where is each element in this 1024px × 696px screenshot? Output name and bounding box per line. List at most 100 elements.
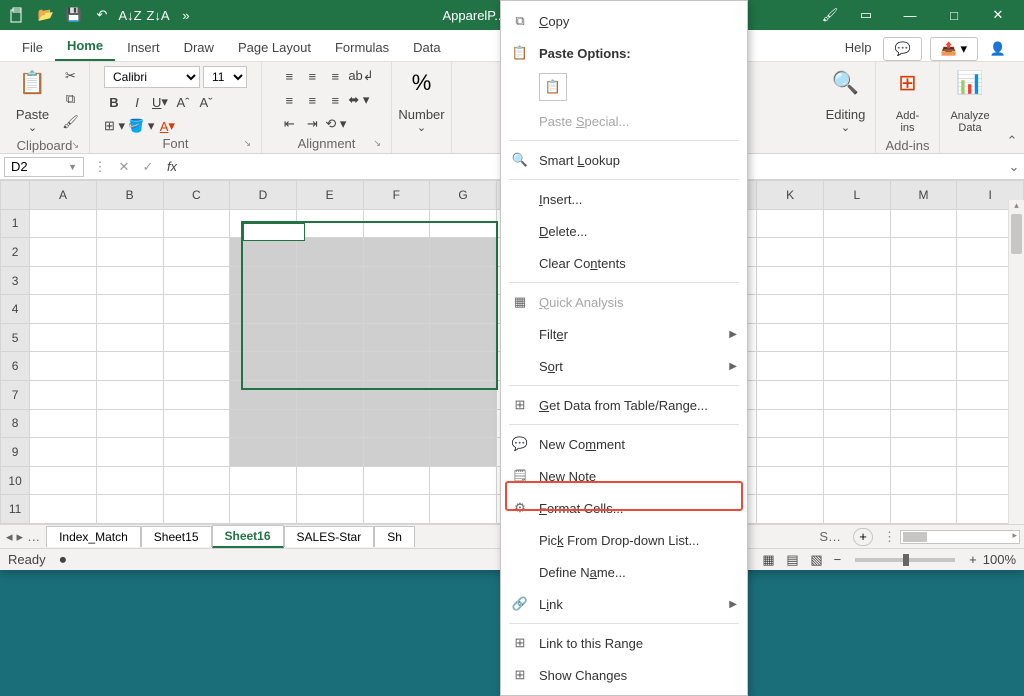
row-header[interactable]: 5 bbox=[1, 323, 30, 352]
clipboard-launcher-icon[interactable]: ↘ bbox=[71, 140, 79, 151]
cut-icon[interactable]: ✂ bbox=[61, 66, 81, 86]
clear-format-icon[interactable]: 🖌 bbox=[820, 5, 840, 25]
tab-home[interactable]: Home bbox=[55, 32, 115, 61]
vscroll-thumb[interactable] bbox=[1011, 214, 1022, 254]
save-icon[interactable]: 💾 bbox=[64, 5, 84, 25]
expand-formula-bar-icon[interactable]: ⌄ bbox=[1004, 159, 1024, 175]
cm-link-range[interactable]: ⊞ Link to this Range bbox=[501, 627, 747, 659]
row-header[interactable]: 4 bbox=[1, 295, 30, 324]
decrease-indent-icon[interactable]: ⇤ bbox=[279, 114, 299, 134]
page-break-view-icon[interactable]: ▧ bbox=[806, 551, 828, 569]
orientation-icon[interactable]: ⟲ ▾ bbox=[325, 114, 346, 134]
undo-icon[interactable]: ↶ bbox=[92, 5, 112, 25]
cm-pick-list[interactable]: Pick From Drop-down List... bbox=[501, 524, 747, 556]
cm-link[interactable]: 🔗 Link ▶ bbox=[501, 588, 747, 620]
sheet-nav-more-icon[interactable]: … bbox=[27, 529, 40, 545]
col-header[interactable]: K bbox=[757, 181, 824, 210]
row-header[interactable]: 3 bbox=[1, 266, 30, 295]
paste-default-button[interactable]: 📋 bbox=[539, 73, 567, 101]
zoom-in-icon[interactable]: + bbox=[969, 552, 977, 567]
addins-button[interactable]: ⊞ Add-ins bbox=[884, 66, 932, 138]
align-top-icon[interactable]: ≡ bbox=[279, 66, 299, 86]
new-sheet-button[interactable]: + bbox=[853, 528, 873, 546]
page-layout-view-icon[interactable]: ▤ bbox=[782, 551, 804, 569]
col-header[interactable]: G bbox=[430, 181, 497, 210]
sort-asc-icon[interactable]: A↓Z bbox=[120, 5, 140, 25]
increase-indent-icon[interactable]: ⇥ bbox=[302, 114, 322, 134]
fx-icon[interactable]: fx bbox=[160, 157, 184, 177]
collapse-ribbon-icon[interactable]: ⌃ bbox=[1000, 62, 1024, 153]
cm-filter[interactable]: Filter ▶ bbox=[501, 318, 747, 350]
sort-desc-icon[interactable]: Z↓A bbox=[148, 5, 168, 25]
align-center-icon[interactable]: ≡ bbox=[302, 90, 322, 110]
merge-center-icon[interactable]: ⬌ ▾ bbox=[348, 90, 369, 110]
tab-page-layout[interactable]: Page Layout bbox=[226, 34, 323, 61]
name-box[interactable]: D2▼ bbox=[4, 157, 84, 177]
sheet-tab-active[interactable]: Sheet16 bbox=[212, 525, 284, 548]
cm-new-comment[interactable]: 💬 New Comment bbox=[501, 428, 747, 460]
col-header[interactable]: E bbox=[296, 181, 363, 210]
tab-formulas[interactable]: Formulas bbox=[323, 34, 401, 61]
cm-show-changes[interactable]: ⊞ Show Changes bbox=[501, 659, 747, 691]
align-left-icon[interactable]: ≡ bbox=[279, 90, 299, 110]
font-launcher-icon[interactable]: ↘ bbox=[243, 138, 251, 149]
align-bottom-icon[interactable]: ≡ bbox=[325, 66, 345, 86]
cancel-formula-icon[interactable]: ✕ bbox=[112, 157, 136, 177]
align-right-icon[interactable]: ≡ bbox=[325, 90, 345, 110]
account-icon[interactable]: 👤 bbox=[986, 41, 1010, 57]
cm-clear-contents[interactable]: Clear Contents bbox=[501, 247, 747, 279]
col-header[interactable]: M bbox=[890, 181, 957, 210]
open-icon[interactable]: 📂 bbox=[36, 5, 56, 25]
copy-icon[interactable]: ⧉ bbox=[61, 89, 81, 109]
col-header[interactable]: L bbox=[823, 181, 890, 210]
alignment-launcher-icon[interactable]: ↘ bbox=[373, 138, 381, 149]
underline-icon[interactable]: U ▾ bbox=[150, 92, 170, 112]
ribbon-display-icon[interactable]: ▭ bbox=[848, 3, 884, 27]
font-color-icon[interactable]: A ▾ bbox=[157, 116, 177, 136]
row-header[interactable]: 6 bbox=[1, 352, 30, 381]
select-all-corner[interactable] bbox=[1, 181, 30, 210]
row-header[interactable]: 11 bbox=[1, 495, 30, 524]
maximize-button[interactable]: □ bbox=[936, 3, 972, 27]
close-button[interactable]: ✕ bbox=[980, 3, 1016, 27]
font-size-select[interactable]: 11 bbox=[203, 66, 247, 88]
tab-insert[interactable]: Insert bbox=[115, 34, 172, 61]
align-middle-icon[interactable]: ≡ bbox=[302, 66, 322, 86]
editing-button[interactable]: 🔍 Editing⌄ bbox=[820, 66, 872, 138]
cm-sort[interactable]: Sort ▶ bbox=[501, 350, 747, 382]
tab-help[interactable]: Help bbox=[833, 34, 884, 61]
cm-smart-lookup[interactable]: 🔍 Smart Lookup bbox=[501, 144, 747, 176]
fill-color-icon[interactable]: 🪣 ▾ bbox=[128, 116, 154, 136]
wrap-text-icon[interactable]: ab↲ bbox=[348, 66, 373, 86]
bold-icon[interactable]: B bbox=[104, 92, 124, 112]
share-button[interactable]: 📤 ▾ bbox=[930, 37, 978, 61]
col-header[interactable]: D bbox=[230, 181, 297, 210]
number-format-button[interactable]: % Number⌄ bbox=[392, 66, 450, 138]
sheet-tab[interactable]: Sheet15 bbox=[141, 526, 212, 547]
comments-button[interactable]: 💬 bbox=[883, 37, 921, 61]
col-header[interactable]: C bbox=[163, 181, 230, 210]
font-name-select[interactable]: Calibri bbox=[104, 66, 200, 88]
analyze-data-button[interactable]: 📊 Analyze Data bbox=[944, 66, 995, 138]
cm-insert[interactable]: Insert... bbox=[501, 183, 747, 215]
increase-font-icon[interactable]: Aˆ bbox=[173, 92, 193, 112]
sheet-nav-next-icon[interactable]: ▸ bbox=[17, 529, 24, 545]
borders-icon[interactable]: ⊞ ▾ bbox=[104, 116, 125, 136]
cm-new-note[interactable]: 🗒 New Note bbox=[501, 460, 747, 492]
row-header[interactable]: 2 bbox=[1, 238, 30, 267]
enter-formula-icon[interactable]: ✓ bbox=[136, 157, 160, 177]
row-header[interactable]: 7 bbox=[1, 381, 30, 410]
horizontal-scrollbar[interactable]: ◂▸ bbox=[900, 530, 1020, 544]
qat-overflow-icon[interactable]: » bbox=[176, 5, 196, 25]
col-header[interactable]: F bbox=[363, 181, 430, 210]
zoom-slider[interactable] bbox=[855, 558, 955, 562]
autosave-toggle[interactable] bbox=[8, 5, 28, 25]
sheet-tab[interactable]: SALES-Star bbox=[284, 526, 375, 547]
normal-view-icon[interactable]: ▦ bbox=[758, 551, 780, 569]
row-header[interactable]: 1 bbox=[1, 209, 30, 238]
sheet-tab-ellipsis[interactable]: S… bbox=[813, 529, 847, 544]
sheet-tab[interactable]: Sh bbox=[374, 526, 415, 547]
cm-format-cells[interactable]: ⚙ Format Cells... bbox=[501, 492, 747, 524]
macro-record-icon[interactable]: ⏺ bbox=[60, 552, 67, 568]
italic-icon[interactable]: I bbox=[127, 92, 147, 112]
